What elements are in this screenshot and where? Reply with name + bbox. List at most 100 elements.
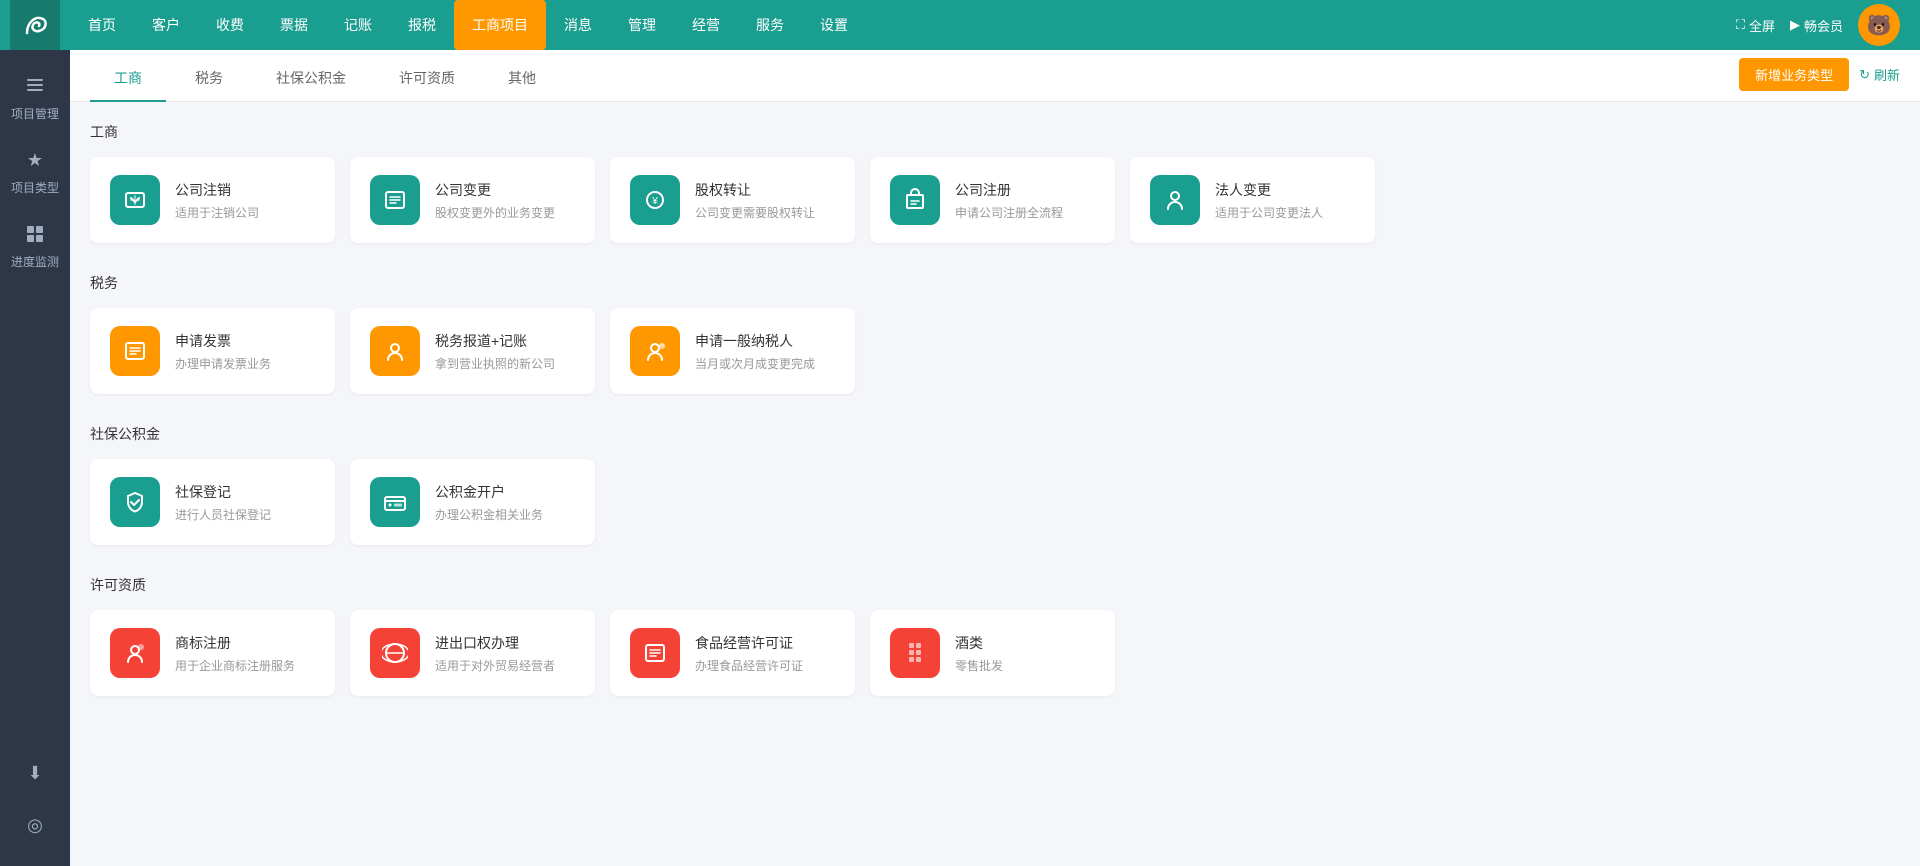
scroll-content[interactable]: 工商 公司注销 适用于注销公司 <box>70 102 1920 866</box>
tab-license[interactable]: 许可资质 <box>375 56 479 102</box>
card-company-change[interactable]: 公司变更 股权变更外的业务变更 <box>350 157 595 243</box>
nav-operation[interactable]: 经营 <box>674 0 738 50</box>
sidebar-download[interactable]: ⬇ <box>16 747 54 799</box>
cards-grid-license: 商标注册 用于企业商标注册服务 进出口权办理 <box>90 610 1900 696</box>
nav-accounting[interactable]: 记账 <box>326 0 390 50</box>
nav-tax[interactable]: 报税 <box>390 0 454 50</box>
nav-home[interactable]: 首页 <box>70 0 134 50</box>
tab-bar: 工商 税务 社保公积金 许可资质 其他 新增业务类型 ↻ 刷新 <box>70 50 1920 102</box>
content-area: 工商 税务 社保公积金 许可资质 其他 新增业务类型 ↻ 刷新 工商 <box>70 50 1920 866</box>
list-icon <box>21 72 49 100</box>
card-content-equity-transfer: 股权转让 公司变更需要股权转让 <box>695 180 815 221</box>
card-food-license[interactable]: 食品经营许可证 办理食品经营许可证 <box>610 610 855 696</box>
section-tax: 税务 申请发票 办理申请发票业务 <box>90 273 1900 394</box>
location-icon: ◎ <box>21 811 49 839</box>
tax-report-icon <box>370 326 420 376</box>
section-business: 工商 公司注销 适用于注销公司 <box>90 122 1900 243</box>
card-desc: 申请公司注册全流程 <box>955 204 1063 221</box>
card-title: 食品经营许可证 <box>695 633 803 653</box>
card-content-social-insurance: 社保登记 进行人员社保登记 <box>175 482 271 523</box>
card-trademark[interactable]: 商标注册 用于企业商标注册服务 <box>90 610 335 696</box>
card-general-taxpayer[interactable]: + 申请一般纳税人 当月或次月成变更完成 <box>610 308 855 394</box>
card-desc: 办理申请发票业务 <box>175 355 271 372</box>
card-company-register[interactable]: 公司注册 申请公司注册全流程 <box>870 157 1115 243</box>
logo[interactable] <box>10 0 60 50</box>
trademark-icon <box>110 628 160 678</box>
card-title: 公积金开户 <box>435 482 543 502</box>
card-tax-report[interactable]: 税务报道+记账 拿到营业执照的新公司 <box>350 308 595 394</box>
card-title: 申请一般纳税人 <box>695 331 815 351</box>
import-export-icon <box>370 628 420 678</box>
sidebar-item-project-manage[interactable]: 项目管理 <box>0 60 70 134</box>
equity-transfer-icon: ¥ <box>630 175 680 225</box>
card-content-general-taxpayer: 申请一般纳税人 当月或次月成变更完成 <box>695 331 815 372</box>
nav-settings[interactable]: 设置 <box>802 0 866 50</box>
new-type-button[interactable]: 新增业务类型 <box>1739 58 1849 91</box>
nav-service[interactable]: 服务 <box>738 0 802 50</box>
tab-other[interactable]: 其他 <box>484 56 560 102</box>
card-content-invoice: 申请发票 办理申请发票业务 <box>175 331 271 372</box>
tab-social-insurance[interactable]: 社保公积金 <box>252 56 370 102</box>
card-invoice[interactable]: 申请发票 办理申请发票业务 <box>90 308 335 394</box>
card-title: 商标注册 <box>175 633 295 653</box>
fullscreen-button[interactable]: ⛶ 全屏 <box>1736 16 1775 35</box>
card-provident-fund[interactable]: 公积金开户 办理公积金相关业务 <box>350 459 595 545</box>
nav-message[interactable]: 消息 <box>546 0 610 50</box>
company-register-icon <box>890 175 940 225</box>
play-icon: ▶ <box>1790 17 1800 33</box>
refresh-button[interactable]: ↻ 刷新 <box>1859 65 1900 84</box>
sidebar-location[interactable]: ◎ <box>16 799 54 851</box>
card-title: 公司注销 <box>175 180 259 200</box>
card-title: 社保登记 <box>175 482 271 502</box>
cards-grid-business: 公司注销 适用于注销公司 公司变更 股权 <box>90 157 1900 243</box>
nav-business[interactable]: 工商项目 <box>454 0 546 50</box>
card-content-alcohol: 酒类 零售批发 <box>955 633 1003 674</box>
nav-client[interactable]: 客户 <box>134 0 198 50</box>
card-social-insurance[interactable]: 社保登记 进行人员社保登记 <box>90 459 335 545</box>
section-title-social: 社保公积金 <box>90 424 1900 444</box>
card-equity-transfer[interactable]: ¥ 股权转让 公司变更需要股权转让 <box>610 157 855 243</box>
social-insurance-icon <box>110 477 160 527</box>
card-company-cancel[interactable]: 公司注销 适用于注销公司 <box>90 157 335 243</box>
nav-right-actions: ⛶ 全屏 ▶ 畅会员 🐻 <box>1736 4 1900 46</box>
card-desc: 公司变更需要股权转让 <box>695 204 815 221</box>
card-desc: 办理公积金相关业务 <box>435 506 543 523</box>
section-title-tax: 税务 <box>90 273 1900 293</box>
card-desc: 股权变更外的业务变更 <box>435 204 555 221</box>
tabs: 工商 税务 社保公积金 许可资质 其他 <box>90 56 560 101</box>
tab-actions: 新增业务类型 ↻ 刷新 <box>1739 58 1900 101</box>
cards-grid-tax: 申请发票 办理申请发票业务 税务报道+记账 <box>90 308 1900 394</box>
card-title: 法人变更 <box>1215 180 1323 200</box>
svg-text:+: + <box>661 345 664 351</box>
card-content-legal-change: 法人变更 适用于公司变更法人 <box>1215 180 1323 221</box>
food-license-icon <box>630 628 680 678</box>
download-icon: ⬇ <box>21 759 49 787</box>
card-desc: 适用于对外贸易经营者 <box>435 657 555 674</box>
card-desc: 拿到营业执照的新公司 <box>435 355 555 372</box>
sidebar-item-project-type[interactable]: ★ 项目类型 <box>0 134 70 208</box>
card-content-food-license: 食品经营许可证 办理食品经营许可证 <box>695 633 803 674</box>
sidebar-bottom: ⬇ ◎ <box>16 747 54 866</box>
nav-fee[interactable]: 收费 <box>198 0 262 50</box>
tab-tax[interactable]: 税务 <box>171 56 247 102</box>
vip-button[interactable]: ▶ 畅会员 <box>1790 16 1843 35</box>
sidebar: 项目管理 ★ 项目类型 进度监测 ⬇ ◎ <box>0 50 70 866</box>
section-title-license: 许可资质 <box>90 575 1900 595</box>
card-legal-change[interactable]: 法人变更 适用于公司变更法人 <box>1130 157 1375 243</box>
nav-bill[interactable]: 票据 <box>262 0 326 50</box>
nav-manage[interactable]: 管理 <box>610 0 674 50</box>
company-cancel-icon <box>110 175 160 225</box>
top-navigation: 首页 客户 收费 票据 记账 报税 工商项目 消息 管理 经营 服务 设置 ⛶ … <box>0 0 1920 50</box>
card-title: 公司注册 <box>955 180 1063 200</box>
tab-business[interactable]: 工商 <box>90 56 166 102</box>
svg-text:¥: ¥ <box>651 196 658 207</box>
card-alcohol[interactable]: 酒类 零售批发 <box>870 610 1115 696</box>
sidebar-item-progress[interactable]: 进度监测 <box>0 208 70 282</box>
mascot-avatar[interactable]: 🐻 <box>1858 4 1900 46</box>
card-content-company-change: 公司变更 股权变更外的业务变更 <box>435 180 555 221</box>
card-title: 酒类 <box>955 633 1003 653</box>
card-title: 税务报道+记账 <box>435 331 555 351</box>
card-import-export[interactable]: 进出口权办理 适用于对外贸易经营者 <box>350 610 595 696</box>
card-content-import-export: 进出口权办理 适用于对外贸易经营者 <box>435 633 555 674</box>
cards-grid-social: 社保登记 进行人员社保登记 <box>90 459 1900 545</box>
